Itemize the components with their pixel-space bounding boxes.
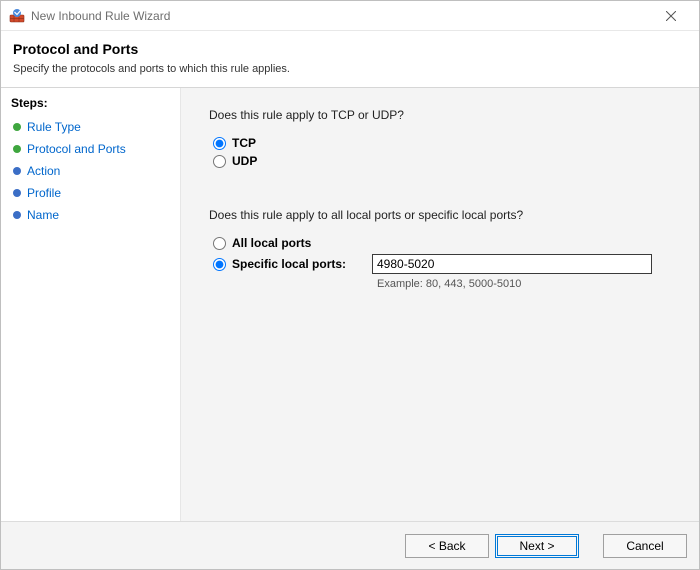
bullet-icon — [13, 145, 21, 153]
tcp-label[interactable]: TCP — [232, 136, 256, 150]
specific-ports-input[interactable] — [372, 254, 652, 274]
firewall-icon — [9, 8, 25, 24]
udp-label[interactable]: UDP — [232, 154, 257, 168]
ports-question: Does this rule apply to all local ports … — [209, 208, 671, 222]
bullet-icon — [13, 167, 21, 175]
ports-example: Example: 80, 443, 5000-5010 — [377, 278, 671, 290]
next-button[interactable]: Next > — [495, 534, 579, 558]
step-link[interactable]: Protocol and Ports — [27, 142, 126, 156]
bullet-icon — [13, 123, 21, 131]
step-rule-type[interactable]: Rule Type — [11, 116, 170, 138]
page-title: Protocol and Ports — [13, 41, 687, 57]
main-panel: Does this rule apply to TCP or UDP? TCP … — [181, 88, 699, 521]
steps-sidebar: Steps: Rule Type Protocol and Ports Acti… — [1, 88, 181, 521]
wizard-footer: < Back Next > Cancel — [1, 521, 699, 569]
udp-radio[interactable] — [213, 155, 226, 168]
step-link[interactable]: Rule Type — [27, 120, 81, 134]
step-name[interactable]: Name — [11, 204, 170, 226]
all-ports-label[interactable]: All local ports — [232, 236, 372, 250]
back-button[interactable]: < Back — [405, 534, 489, 558]
step-protocol-and-ports[interactable]: Protocol and Ports — [11, 138, 170, 160]
bullet-icon — [13, 189, 21, 197]
specific-ports-label[interactable]: Specific local ports: — [232, 257, 372, 271]
step-link[interactable]: Profile — [27, 186, 61, 200]
step-action[interactable]: Action — [11, 160, 170, 182]
page-header: Protocol and Ports Specify the protocols… — [1, 31, 699, 87]
window-title: New Inbound Rule Wizard — [31, 9, 170, 23]
page-subtitle: Specify the protocols and ports to which… — [13, 63, 687, 75]
step-link[interactable]: Action — [27, 164, 60, 178]
bullet-icon — [13, 211, 21, 219]
steps-heading: Steps: — [11, 96, 170, 110]
step-profile[interactable]: Profile — [11, 182, 170, 204]
protocol-question: Does this rule apply to TCP or UDP? — [209, 108, 671, 122]
all-ports-radio[interactable] — [213, 237, 226, 250]
titlebar: New Inbound Rule Wizard — [1, 1, 699, 31]
step-link[interactable]: Name — [27, 208, 59, 222]
wizard-window: New Inbound Rule Wizard Protocol and Por… — [0, 0, 700, 570]
close-button[interactable] — [651, 2, 691, 30]
cancel-button[interactable]: Cancel — [603, 534, 687, 558]
specific-ports-radio[interactable] — [213, 258, 226, 271]
tcp-radio[interactable] — [213, 137, 226, 150]
